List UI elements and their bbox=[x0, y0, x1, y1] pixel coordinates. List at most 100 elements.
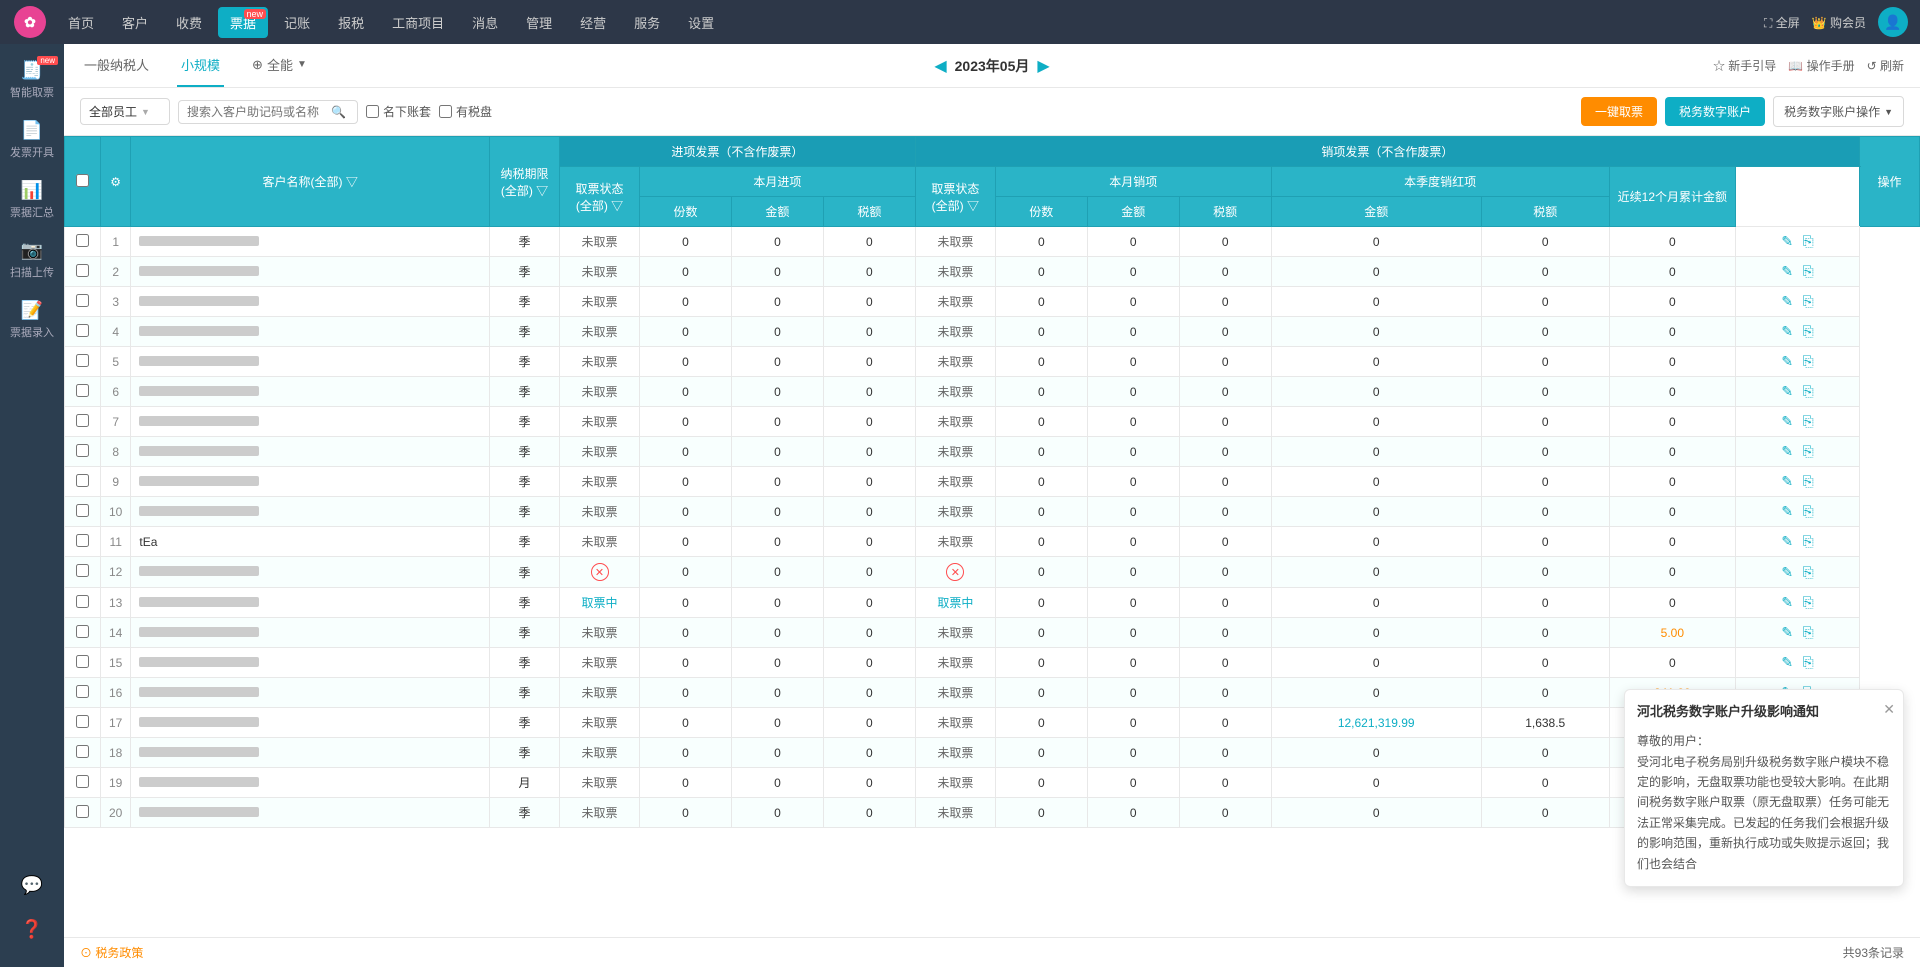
row-select-checkbox[interactable] bbox=[76, 474, 89, 487]
edit-icon[interactable]: ✎ bbox=[1778, 503, 1796, 519]
copy-icon[interactable]: ⎘ bbox=[1799, 594, 1816, 610]
row-checkbox[interactable] bbox=[65, 678, 101, 708]
edit-icon[interactable]: ✎ bbox=[1778, 443, 1796, 459]
edit-icon[interactable]: ✎ bbox=[1778, 233, 1796, 249]
select-all-checkbox[interactable] bbox=[76, 174, 89, 187]
checkbox-taxdisk[interactable]: 有税盘 bbox=[439, 103, 492, 120]
nav-accounting[interactable]: 记账 bbox=[272, 7, 322, 38]
edit-icon[interactable]: ✎ bbox=[1778, 564, 1796, 580]
row-select-checkbox[interactable] bbox=[76, 504, 89, 517]
row-checkbox[interactable] bbox=[65, 738, 101, 768]
row-checkbox[interactable] bbox=[65, 618, 101, 648]
edit-icon[interactable]: ✎ bbox=[1778, 473, 1796, 489]
copy-icon[interactable]: ⎘ bbox=[1799, 564, 1816, 580]
search-input[interactable] bbox=[187, 105, 327, 119]
copy-icon[interactable]: ⎘ bbox=[1799, 263, 1816, 279]
edit-icon[interactable]: ✎ bbox=[1778, 353, 1796, 369]
th-client-name[interactable]: 客户名称(全部) ▽ bbox=[131, 137, 490, 227]
digital-account-operation-button[interactable]: 税务数字账户操作 ▼ bbox=[1773, 96, 1904, 127]
taxdisk-checkbox[interactable] bbox=[439, 105, 452, 118]
checkbox-account[interactable]: 名下账套 bbox=[366, 103, 431, 120]
sidebar-item-summary[interactable]: 📊 票据汇总 bbox=[0, 172, 64, 228]
row-select-checkbox[interactable] bbox=[76, 745, 89, 758]
copy-icon[interactable]: ⎘ bbox=[1799, 293, 1816, 309]
row-select-checkbox[interactable] bbox=[76, 414, 89, 427]
row-checkbox[interactable] bbox=[65, 768, 101, 798]
nav-message[interactable]: 消息 bbox=[460, 7, 510, 38]
next-month-button[interactable]: ▶ bbox=[1037, 56, 1049, 76]
copy-icon[interactable]: ⎘ bbox=[1799, 443, 1816, 459]
sidebar-item-smart-invoice[interactable]: 🧾 智能取票 new bbox=[0, 52, 64, 108]
refresh-button[interactable]: ↺ 刷新 bbox=[1867, 57, 1904, 74]
row-select-checkbox[interactable] bbox=[76, 534, 89, 547]
one-click-invoice-button[interactable]: 一键取票 bbox=[1581, 97, 1657, 126]
th-out-fetch-status[interactable]: 取票状态(全部) ▽ bbox=[915, 167, 995, 227]
edit-icon[interactable]: ✎ bbox=[1778, 323, 1796, 339]
nav-operation[interactable]: 经营 bbox=[568, 7, 618, 38]
nav-manage[interactable]: 管理 bbox=[514, 7, 564, 38]
row-select-checkbox[interactable] bbox=[76, 564, 89, 577]
copy-icon[interactable]: ⎘ bbox=[1799, 323, 1816, 339]
nav-service[interactable]: 服务 bbox=[622, 7, 672, 38]
row-select-checkbox[interactable] bbox=[76, 324, 89, 337]
row-select-checkbox[interactable] bbox=[76, 294, 89, 307]
digital-account-button[interactable]: 税务数字账户 bbox=[1665, 97, 1765, 126]
copy-icon[interactable]: ⎘ bbox=[1799, 383, 1816, 399]
row-select-checkbox[interactable] bbox=[76, 384, 89, 397]
edit-icon[interactable]: ✎ bbox=[1778, 533, 1796, 549]
sidebar-item-help[interactable]: ❓ bbox=[17, 911, 47, 951]
sidebar-item-record[interactable]: 📝 票据录入 bbox=[0, 292, 64, 348]
copy-icon[interactable]: ⎘ bbox=[1799, 233, 1816, 249]
tab-all-capable[interactable]: ⊕ 全能 ▼ bbox=[248, 44, 311, 87]
row-checkbox[interactable] bbox=[65, 377, 101, 407]
nav-invoice[interactable]: 票据 new bbox=[218, 7, 268, 38]
row-checkbox[interactable] bbox=[65, 407, 101, 437]
edit-icon[interactable]: ✎ bbox=[1778, 413, 1796, 429]
user-avatar[interactable]: 👤 bbox=[1878, 7, 1908, 37]
th-in-fetch-status[interactable]: 取票状态(全部) ▽ bbox=[560, 167, 640, 227]
row-select-checkbox[interactable] bbox=[76, 234, 89, 247]
copy-icon[interactable]: ⎘ bbox=[1799, 654, 1816, 670]
edit-icon[interactable]: ✎ bbox=[1778, 383, 1796, 399]
popup-close-button[interactable]: ✕ bbox=[1883, 698, 1895, 720]
tab-small-scale[interactable]: 小规模 bbox=[177, 44, 224, 87]
edit-icon[interactable]: ✎ bbox=[1778, 293, 1796, 309]
copy-icon[interactable]: ⎘ bbox=[1799, 473, 1816, 489]
row-select-checkbox[interactable] bbox=[76, 805, 89, 818]
nav-client[interactable]: 客户 bbox=[110, 7, 160, 38]
row-checkbox[interactable] bbox=[65, 227, 101, 257]
row-checkbox[interactable] bbox=[65, 497, 101, 527]
copy-icon[interactable]: ⎘ bbox=[1799, 353, 1816, 369]
row-select-checkbox[interactable] bbox=[76, 655, 89, 668]
copy-icon[interactable]: ⎘ bbox=[1799, 413, 1816, 429]
th-tax-period[interactable]: 纳税期限(全部) ▽ bbox=[490, 137, 560, 227]
row-select-checkbox[interactable] bbox=[76, 625, 89, 638]
row-select-checkbox[interactable] bbox=[76, 775, 89, 788]
member-button[interactable]: 👑 购会员 bbox=[1812, 14, 1866, 31]
prev-month-button[interactable]: ◀ bbox=[934, 56, 946, 76]
row-checkbox[interactable] bbox=[65, 798, 101, 828]
nav-business[interactable]: 工商项目 bbox=[380, 7, 456, 38]
copy-icon[interactable]: ⎘ bbox=[1799, 533, 1816, 549]
row-select-checkbox[interactable] bbox=[76, 595, 89, 608]
row-checkbox[interactable] bbox=[65, 287, 101, 317]
row-checkbox[interactable] bbox=[65, 437, 101, 467]
row-select-checkbox[interactable] bbox=[76, 715, 89, 728]
fullscreen-button[interactable]: ⛶ 全屏 bbox=[1764, 14, 1800, 31]
sidebar-item-open-invoice[interactable]: 📄 发票开具 bbox=[0, 112, 64, 168]
guide-button[interactable]: ☆ 新手引导 bbox=[1713, 57, 1776, 74]
row-checkbox[interactable] bbox=[65, 527, 101, 557]
nav-settings[interactable]: 设置 bbox=[676, 7, 726, 38]
row-checkbox[interactable] bbox=[65, 467, 101, 497]
manual-button[interactable]: 📖 操作手册 bbox=[1788, 57, 1854, 74]
row-checkbox[interactable] bbox=[65, 317, 101, 347]
row-checkbox[interactable] bbox=[65, 257, 101, 287]
row-checkbox[interactable] bbox=[65, 557, 101, 588]
nav-billing[interactable]: 收费 bbox=[164, 7, 214, 38]
tab-general-taxpayer[interactable]: 一般纳税人 bbox=[80, 44, 153, 87]
row-checkbox[interactable] bbox=[65, 708, 101, 738]
row-checkbox[interactable] bbox=[65, 588, 101, 618]
row-select-checkbox[interactable] bbox=[76, 444, 89, 457]
settings-icon[interactable]: ⚙ bbox=[110, 175, 121, 189]
sidebar-item-chat[interactable]: 💬 bbox=[17, 867, 47, 907]
